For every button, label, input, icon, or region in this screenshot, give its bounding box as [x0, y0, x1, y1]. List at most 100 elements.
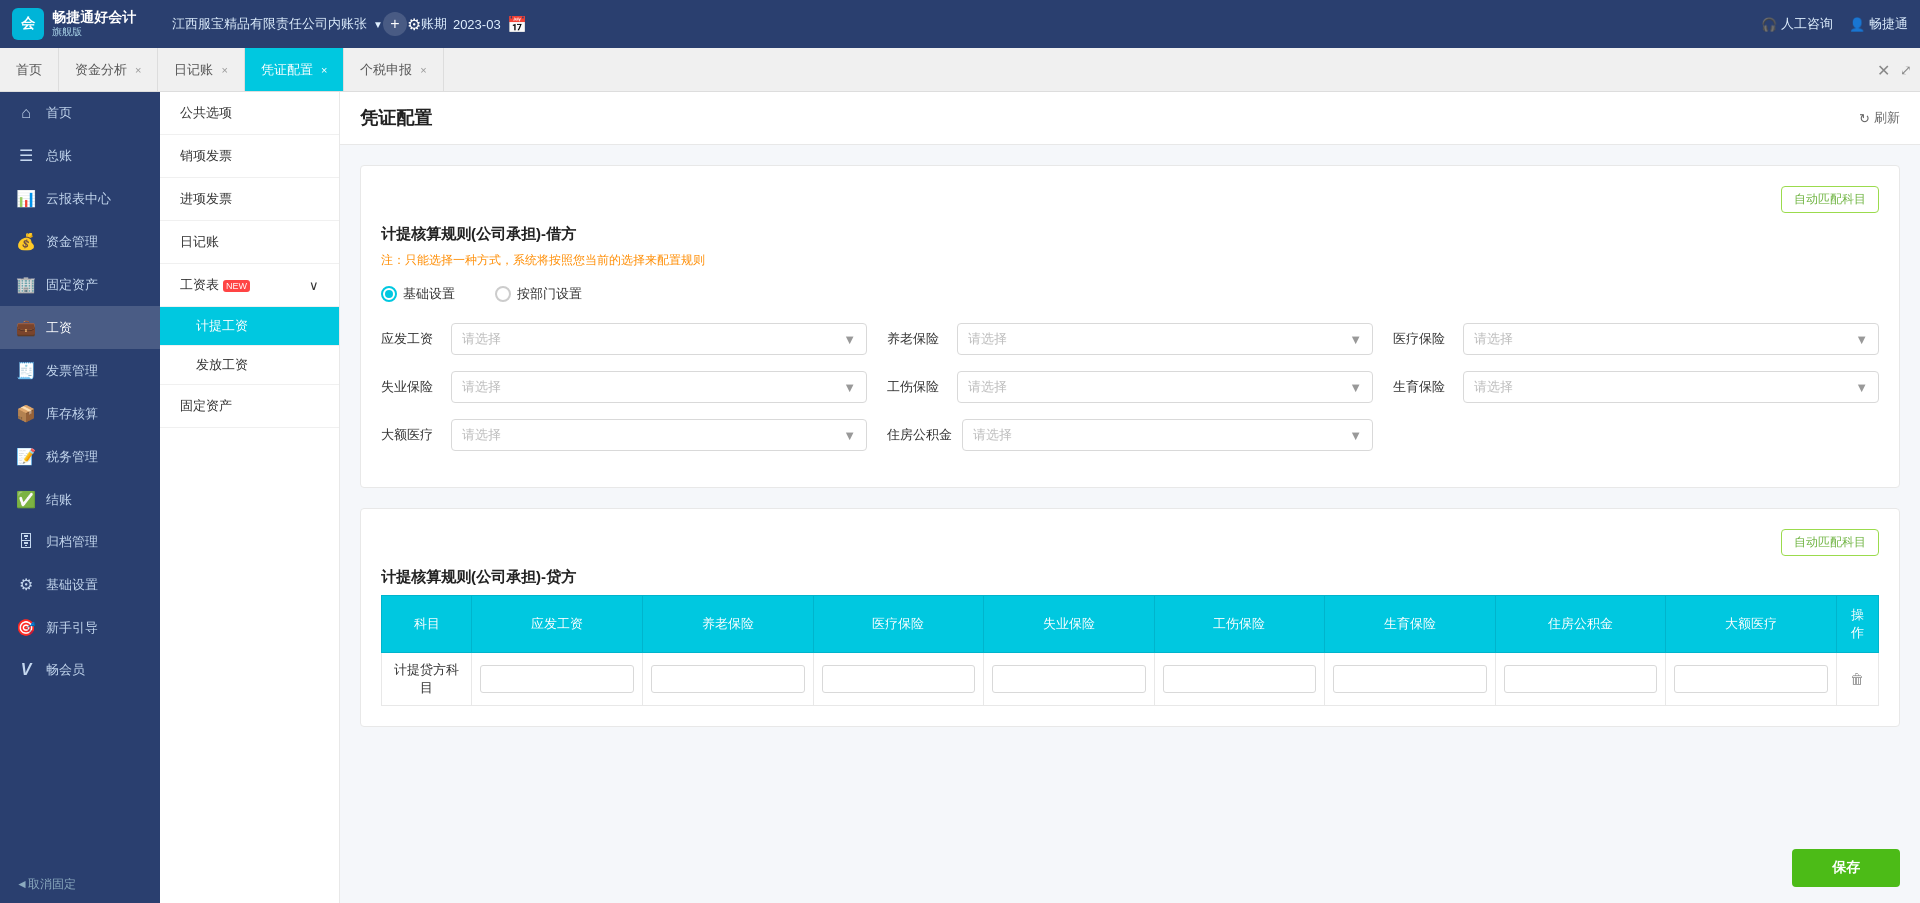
sidebar-item-member[interactable]: V 畅会员 — [0, 649, 160, 691]
auto-match-credit-button[interactable]: 自动匹配科目 — [1781, 529, 1879, 556]
calendar-icon[interactable]: 📅 — [507, 15, 527, 34]
tab-bar-close-button[interactable]: ✕ — [1877, 60, 1890, 79]
label-yfgz: 应发工资 — [381, 330, 441, 348]
tab-fund-close[interactable]: × — [135, 64, 141, 76]
auto-match-credit-area: 自动匹配科目 — [381, 529, 1879, 556]
cancel-fix-button[interactable]: ◄取消固定 — [0, 866, 160, 903]
consult-button[interactable]: 🎧 人工咨询 — [1761, 15, 1833, 33]
input-daly[interactable] — [1674, 665, 1828, 693]
tab-journal-close[interactable]: × — [221, 64, 227, 76]
tab-tax-close[interactable]: × — [420, 64, 426, 76]
sidebar-item-inventory[interactable]: 📦 库存核算 — [0, 392, 160, 435]
app-name: 畅捷通好会计 — [52, 9, 136, 26]
tab-voucher-close[interactable]: × — [321, 64, 327, 76]
tab-bar: 首页 资金分析 × 日记账 × 凭证配置 × 个税申报 × ✕ ⤢ — [0, 48, 1920, 92]
add-company-button[interactable]: + — [383, 12, 407, 36]
sub-item-pay-salary[interactable]: 发放工资 — [160, 346, 339, 385]
sub-item-salary-table-label: 工资表NEW — [180, 276, 250, 294]
cell-action[interactable]: 🗑 — [1836, 653, 1878, 706]
sub-item-journal[interactable]: 日记账 — [160, 221, 339, 264]
tab-journal[interactable]: 日记账 × — [158, 48, 244, 91]
company-selector[interactable]: 江西服宝精品有限责任公司内账张 ▼ — [172, 15, 383, 33]
field-gjj: 住房公积金 请选择 ▼ — [887, 419, 1373, 451]
sidebar-item-reports[interactable]: 📊 云报表中心 — [0, 177, 160, 220]
tab-voucher[interactable]: 凭证配置 × — [245, 48, 344, 91]
sidebar: ⌂ 首页 ☰ 总账 📊 云报表中心 💰 资金管理 🏢 固定资产 💼 工资 🧾 发… — [0, 92, 160, 903]
sidebar-item-tax[interactable]: 📝 税务管理 — [0, 435, 160, 478]
period-selector[interactable]: 账期 2023-03 📅 — [421, 15, 527, 34]
tab-home[interactable]: 首页 — [0, 48, 59, 91]
archive-icon: 🗄 — [16, 533, 36, 551]
sidebar-item-archive[interactable]: 🗄 归档管理 — [0, 521, 160, 563]
sub-item-salary-table-group[interactable]: 工资表NEW ∨ — [160, 264, 339, 307]
select-ylbx2-placeholder: 请选择 — [1474, 330, 1513, 348]
user-menu[interactable]: 👤 畅捷通 — [1849, 15, 1908, 33]
input-gjj[interactable] — [1504, 665, 1658, 693]
sidebar-item-fund[interactable]: 💰 资金管理 — [0, 220, 160, 263]
tab-fund[interactable]: 资金分析 × — [59, 48, 158, 91]
select-ylbx[interactable]: 请选择 ▼ — [957, 323, 1373, 355]
sidebar-item-checkout[interactable]: ✅ 结账 — [0, 478, 160, 521]
tab-bar-expand-button[interactable]: ⤢ — [1900, 62, 1912, 78]
radio-basic[interactable]: 基础设置 — [381, 285, 455, 303]
select-daly[interactable]: 请选择 ▼ — [451, 419, 867, 451]
input-ylbx[interactable] — [651, 665, 805, 693]
delete-row-icon[interactable]: 🗑 — [1850, 671, 1864, 687]
refresh-button[interactable]: ↻ 刷新 — [1859, 109, 1900, 127]
checkout-icon: ✅ — [16, 490, 36, 509]
sidebar-label-archive: 归档管理 — [46, 533, 98, 551]
input-sybx2[interactable] — [1333, 665, 1487, 693]
sidebar-label-reports: 云报表中心 — [46, 190, 111, 208]
app-sub: 旗舰版 — [52, 25, 136, 39]
sub-item-sales-invoice[interactable]: 销项发票 — [160, 135, 339, 178]
sub-item-public[interactable]: 公共选项 — [160, 92, 339, 135]
save-button[interactable]: 保存 — [1792, 849, 1900, 887]
debit-section-note: 注：只能选择一种方式，系统将按照您当前的选择来配置规则 — [381, 252, 1879, 269]
col-yfgz: 应发工资 — [472, 596, 643, 653]
select-sybx[interactable]: 请选择 ▼ — [451, 371, 867, 403]
settings-icon[interactable]: ⚙ — [407, 15, 421, 34]
sidebar-item-settings[interactable]: ⚙ 基础设置 — [0, 563, 160, 606]
select-sybx2-placeholder: 请选择 — [1474, 378, 1513, 396]
select-ylbx2[interactable]: 请选择 ▼ — [1463, 323, 1879, 355]
chevron-sybx2-icon: ▼ — [1855, 380, 1868, 395]
select-gjj[interactable]: 请选择 ▼ — [962, 419, 1373, 451]
sidebar-label-checkout: 结账 — [46, 491, 72, 509]
sidebar-label-guide: 新手引导 — [46, 619, 98, 637]
salary-icon: 💼 — [16, 318, 36, 337]
radio-dept[interactable]: 按部门设置 — [495, 285, 582, 303]
cell-gsbx — [1154, 653, 1325, 706]
tab-tax[interactable]: 个税申报 × — [344, 48, 443, 91]
radio-dept-circle — [495, 286, 511, 302]
headset-icon: 🎧 — [1761, 17, 1777, 32]
cell-gjj — [1495, 653, 1666, 706]
debit-section-title: 计提核算规则(公司承担)-借方 — [381, 225, 1879, 244]
select-gsbx[interactable]: 请选择 ▼ — [957, 371, 1373, 403]
sidebar-item-home[interactable]: ⌂ 首页 — [0, 92, 160, 134]
field-ylbx2: 医疗保险 请选择 ▼ — [1393, 323, 1879, 355]
select-sybx2[interactable]: 请选择 ▼ — [1463, 371, 1879, 403]
sidebar-item-salary[interactable]: 💼 工资 — [0, 306, 160, 349]
sub-item-advance-salary[interactable]: 计提工资 — [160, 307, 339, 346]
page-content: 凭证配置 ↻ 刷新 自动匹配科目 计提核算规则(公司承担)-借方 注：只能选择一… — [340, 92, 1920, 903]
sidebar-item-ledger[interactable]: ☰ 总账 — [0, 134, 160, 177]
sidebar-item-invoice[interactable]: 🧾 发票管理 — [0, 349, 160, 392]
auto-match-debit-button[interactable]: 自动匹配科目 — [1781, 186, 1879, 213]
input-gsbx[interactable] — [1163, 665, 1317, 693]
invoice-icon: 🧾 — [16, 361, 36, 380]
member-icon: V — [16, 661, 36, 679]
top-bar: 会 畅捷通好会计 旗舰版 江西服宝精品有限责任公司内账张 ▼ + ⚙ 账期 20… — [0, 0, 1920, 48]
input-ylbx2[interactable] — [822, 665, 976, 693]
reports-icon: 📊 — [16, 189, 36, 208]
sub-sidebar: 公共选项 销项发票 进项发票 日记账 工资表NEW ∨ 计提工资 发放工资 — [160, 92, 340, 903]
input-sybx[interactable] — [992, 665, 1146, 693]
sidebar-label-member: 畅会员 — [46, 661, 85, 679]
sidebar-item-guide[interactable]: 🎯 新手引导 — [0, 606, 160, 649]
tax-icon: 📝 — [16, 447, 36, 466]
input-yfgz[interactable] — [480, 665, 634, 693]
sub-item-fixed-assets[interactable]: 固定资产 — [160, 385, 339, 428]
sub-item-purchase-invoice[interactable]: 进项发票 — [160, 178, 339, 221]
select-yfgz[interactable]: 请选择 ▼ — [451, 323, 867, 355]
sidebar-item-fixed-assets[interactable]: 🏢 固定资产 — [0, 263, 160, 306]
select-gjj-placeholder: 请选择 — [973, 426, 1012, 444]
